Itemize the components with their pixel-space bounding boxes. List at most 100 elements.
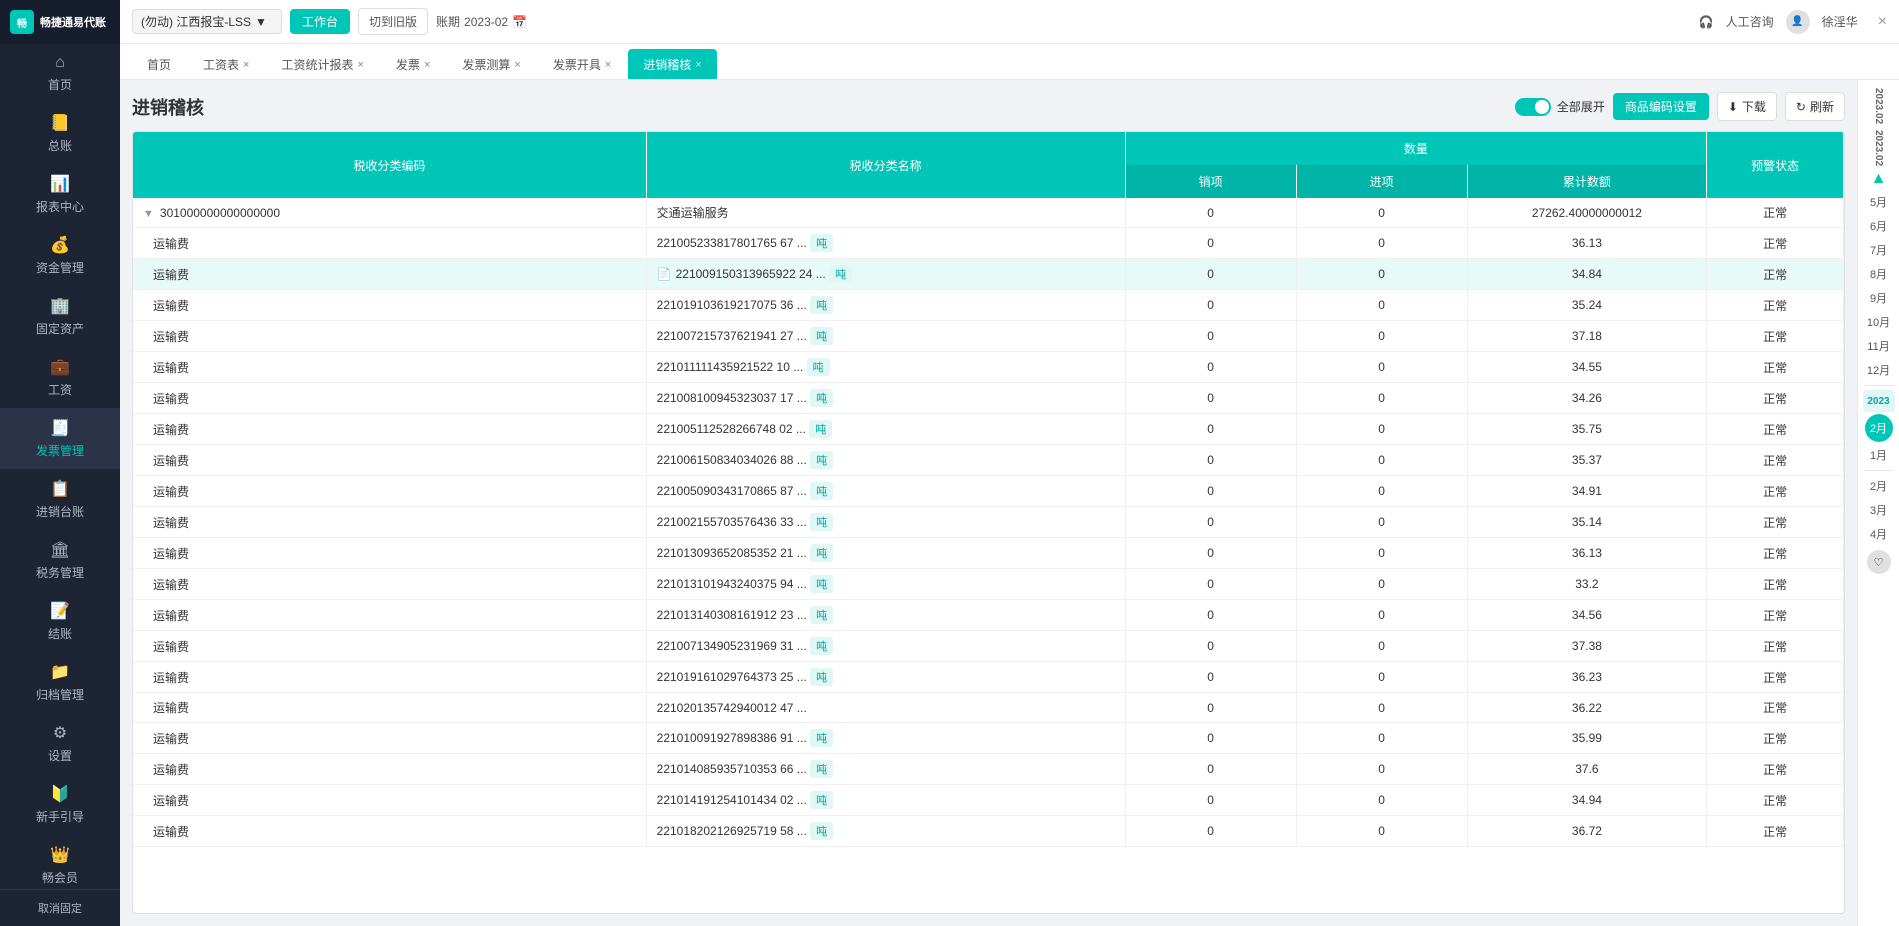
expand-toggle[interactable]: 全部展开: [1515, 98, 1605, 116]
sidebar-item-archive[interactable]: 📁 归档管理: [0, 652, 120, 713]
sidebar-item-settings[interactable]: ⚙ 设置: [0, 713, 120, 774]
download-button[interactable]: ⬇ 下载: [1717, 92, 1777, 121]
table-row[interactable]: 运输费 221013093652085352 21 ... 吨 0 0 36.1…: [133, 538, 1844, 569]
table-row[interactable]: 运输费 📄221009150313965922 24 ... 吨 0 0 34.…: [133, 259, 1844, 290]
cell-xiao: 0: [1125, 228, 1296, 259]
cal-month-active-2[interactable]: 2月: [1865, 414, 1893, 442]
table-row[interactable]: 运输费 221014191254101434 02 ... 吨 0 0 34.9…: [133, 785, 1844, 816]
table-row[interactable]: 运输费 221019103619217075 36 ... 吨 0 0 35.2…: [133, 290, 1844, 321]
assets-icon: 🏢: [50, 296, 70, 316]
cell-jin: 0: [1296, 228, 1467, 259]
cal-up-button[interactable]: ▲: [1871, 170, 1887, 188]
toggle-switch[interactable]: [1515, 98, 1551, 116]
sidebar-item-report[interactable]: 📊 报表中心: [0, 164, 120, 225]
tab-invoice[interactable]: 发票 ×: [381, 49, 445, 79]
cal-month-9[interactable]: 9月: [1863, 287, 1895, 309]
table-row[interactable]: 运输费 221002155703576436 33 ... 吨 0 0 35.1…: [133, 507, 1844, 538]
tab-payroll-stats[interactable]: 工资统计报表 ×: [266, 49, 378, 79]
qty-tag: 吨: [810, 327, 833, 345]
sidebar-item-tax[interactable]: 🏛 税务管理: [0, 530, 120, 591]
sidebar-item-general-ledger[interactable]: 📒 总账: [0, 103, 120, 164]
sidebar-item-fixed-assets[interactable]: 🏢 固定资产: [0, 286, 120, 347]
cell-leiji: 34.94: [1467, 785, 1706, 816]
workspace-button[interactable]: 工作台: [290, 9, 350, 34]
tab-invoice-open-label: 发票开具: [553, 56, 601, 73]
cell-name: 运输费: [133, 569, 646, 600]
refresh-button[interactable]: ↻ 刷新: [1785, 92, 1845, 121]
support-label[interactable]: 人工咨询: [1726, 13, 1774, 30]
cal-month-1[interactable]: 1月: [1863, 444, 1895, 466]
topbar-close-icon[interactable]: ×: [1878, 13, 1887, 31]
table-row[interactable]: 运输费 221006150834034026 88 ... 吨 0 0 35.3…: [133, 445, 1844, 476]
cell-leiji: 33.2: [1467, 569, 1706, 600]
cell-leiji: 27262.40000000012: [1467, 198, 1706, 228]
sidebar-item-guide[interactable]: 🔰 新手引导: [0, 774, 120, 835]
sidebar-item-invoice-mgmt[interactable]: 🧾 发票管理: [0, 408, 120, 469]
cell-xiao: 0: [1125, 631, 1296, 662]
sidebar-item-purchase-sale[interactable]: 📋 进销台账: [0, 469, 120, 530]
unpin-button[interactable]: 取消固定: [0, 889, 120, 926]
cal-month-8[interactable]: 8月: [1863, 263, 1895, 285]
cell-status: 正常: [1707, 723, 1844, 754]
cal-month-11[interactable]: 11月: [1863, 335, 1895, 357]
cell-name: 运输费: [133, 414, 646, 445]
cal-month-7[interactable]: 7月: [1863, 239, 1895, 261]
cal-month-after-3[interactable]: 3月: [1863, 499, 1895, 521]
table-row[interactable]: 运输费 221005233817801765 67 ... 吨 0 0 36.1…: [133, 228, 1844, 259]
sidebar-item-settlement[interactable]: 📝 结账: [0, 591, 120, 652]
support-icon: 🎧: [1699, 15, 1714, 29]
calendar-icon[interactable]: 📅: [512, 15, 527, 29]
cal-month-6[interactable]: 6月: [1863, 215, 1895, 237]
th-quantity-group: 数量: [1125, 132, 1707, 165]
doc-icon: 📄: [657, 267, 672, 281]
main-area: (勿动) 江西报宝-LSS ▼ 工作台 切到旧版 账期 2023-02 📅 🎧 …: [120, 0, 1899, 926]
tab-payroll-table[interactable]: 工资表 ×: [188, 49, 264, 79]
tab-invoice-calc-close[interactable]: ×: [514, 59, 520, 71]
cal-month-after-2[interactable]: 2月: [1863, 475, 1895, 497]
tab-payroll-close[interactable]: ×: [243, 59, 249, 71]
tab-payroll-stats-close[interactable]: ×: [357, 59, 363, 71]
table-row[interactable]: 运输费 221019161029764373 25 ... 吨 0 0 36.2…: [133, 662, 1844, 693]
tab-invoice-open[interactable]: 发票开具 ×: [538, 49, 626, 79]
cal-month-after-4[interactable]: 4月: [1863, 523, 1895, 545]
table-row[interactable]: 运输费 221020135742940012 47 ... 0 0 36.22 …: [133, 693, 1844, 723]
main-content: 进销稽核 全部展开 商品编码设置 ⬇ 下载 ↻ 刷: [120, 80, 1857, 926]
sidebar-item-home[interactable]: ⌂ 首页: [0, 44, 120, 103]
table-row[interactable]: 运输费 221011111435921522 10 ... 吨 0 0 34.5…: [133, 352, 1844, 383]
tab-invoice-calc[interactable]: 发票测算 ×: [447, 49, 535, 79]
tab-sales-check-close[interactable]: ×: [695, 59, 701, 71]
table-row[interactable]: 运输费 221008100945323037 17 ... 吨 0 0 34.2…: [133, 383, 1844, 414]
sidebar-item-vip[interactable]: 👑 畅会员: [0, 835, 120, 889]
company-selector[interactable]: (勿动) 江西报宝-LSS ▼: [132, 9, 282, 34]
cell-code2: 221007215737621941 27 ... 吨: [646, 321, 1125, 352]
table-row[interactable]: 运输费 221014085935710353 66 ... 吨 0 0 37.6…: [133, 754, 1844, 785]
product-code-settings-button[interactable]: 商品编码设置: [1613, 93, 1709, 120]
table-row[interactable]: 运输费 221013101943240375 94 ... 吨 0 0 33.2…: [133, 569, 1844, 600]
cal-heart-btn[interactable]: ♡: [1867, 550, 1891, 574]
table-row[interactable]: 运输费 221010091927898386 91 ... 吨 0 0 35.9…: [133, 723, 1844, 754]
toolbar-right: 全部展开 商品编码设置 ⬇ 下载 ↻ 刷新: [1515, 92, 1845, 121]
cal-month-12[interactable]: 12月: [1863, 359, 1895, 381]
cell-status: 正常: [1707, 507, 1844, 538]
expand-icon[interactable]: ▼: [143, 208, 154, 220]
tab-sales-check[interactable]: 进销稽核 ×: [628, 49, 716, 79]
table-row[interactable]: 运输费 221013140308161912 23 ... 吨 0 0 34.5…: [133, 600, 1844, 631]
table-row[interactable]: 运输费 221007215737621941 27 ... 吨 0 0 37.1…: [133, 321, 1844, 352]
cell-status: 正常: [1707, 600, 1844, 631]
tab-sales-check-label: 进销稽核: [643, 56, 691, 73]
table-row[interactable]: 运输费 221018202126925719 58 ... 吨 0 0 36.7…: [133, 816, 1844, 847]
sidebar-item-fund[interactable]: 💰 资金管理: [0, 225, 120, 286]
cal-month-10[interactable]: 10月: [1863, 311, 1895, 333]
table-row[interactable]: 运输费 221005090343170865 87 ... 吨 0 0 34.9…: [133, 476, 1844, 507]
sidebar-label-settings: 设置: [48, 747, 72, 764]
table-row[interactable]: ▼301000000000000000 交通运输服务 0 0 27262.400…: [133, 198, 1844, 228]
tab-invoice-open-close[interactable]: ×: [605, 59, 611, 71]
table-row[interactable]: 运输费 221007134905231969 31 ... 吨 0 0 37.3…: [133, 631, 1844, 662]
sidebar-item-payroll[interactable]: 💼 工资: [0, 347, 120, 408]
tab-home[interactable]: 首页: [132, 49, 186, 79]
switch-version-button[interactable]: 切到旧版: [358, 8, 428, 35]
cell-status: 正常: [1707, 754, 1844, 785]
table-row[interactable]: 运输费 221005112528266748 02 ... 吨 0 0 35.7…: [133, 414, 1844, 445]
cal-month-5[interactable]: 5月: [1863, 191, 1895, 213]
tab-invoice-close[interactable]: ×: [424, 59, 430, 71]
